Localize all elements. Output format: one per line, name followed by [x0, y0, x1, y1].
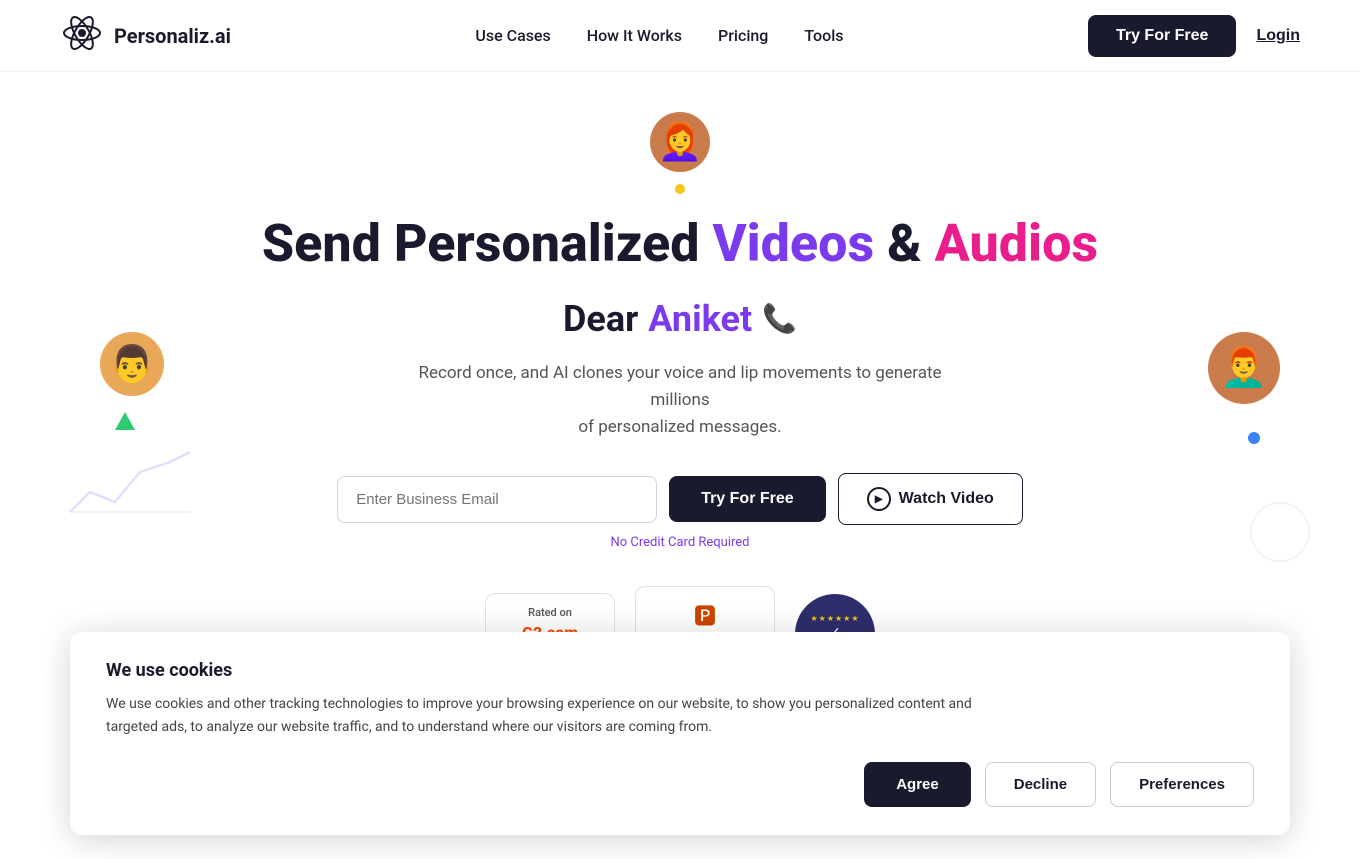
- watch-video-button[interactable]: ▶ Watch Video: [838, 473, 1023, 525]
- yellow-dot: [675, 184, 685, 194]
- hero-title-middle: &: [874, 213, 935, 274]
- nav-tools[interactable]: Tools: [804, 26, 843, 45]
- hero-description: Record once, and AI clones your voice an…: [390, 360, 970, 442]
- hero-dear-label: Dear: [563, 298, 638, 340]
- nav-use-cases[interactable]: Use Cases: [475, 26, 550, 45]
- nav-actions: Try For Free Login: [1088, 15, 1300, 57]
- hero-name: Aniket: [648, 298, 752, 340]
- hero-title: Send Personalized Videos & Audios: [262, 214, 1098, 274]
- hero-phone-icon: 📞: [762, 302, 797, 335]
- nav-pricing[interactable]: Pricing: [718, 26, 768, 45]
- cookie-text: We use cookies and other tracking techno…: [106, 693, 1006, 738]
- nav-links: Use Cases How It Works Pricing Tools: [475, 26, 843, 45]
- hero-personalization-row: Dear Aniket 📞: [563, 298, 797, 340]
- hero-title-audios: Audios: [935, 213, 1098, 274]
- float-avatar-right: 👨‍🦰: [1208, 332, 1280, 404]
- float-chart: [60, 442, 200, 526]
- nav-login-button[interactable]: Login: [1256, 27, 1300, 45]
- navbar: Personaliz.ai Use Cases How It Works Pri…: [0, 0, 1360, 72]
- cookie-decline-button[interactable]: Decline: [985, 762, 1096, 807]
- brand-name: Personaliz.ai: [114, 24, 231, 48]
- email-input[interactable]: [337, 476, 657, 523]
- nav-try-free-button[interactable]: Try For Free: [1088, 15, 1236, 57]
- ph-icon: 🅿: [694, 599, 716, 631]
- float-avatar-left: 👨: [100, 332, 164, 396]
- cookie-agree-button[interactable]: Agree: [864, 762, 971, 807]
- float-triangle-icon: [115, 412, 135, 430]
- gdpr-stars: ★★★★★★: [810, 614, 859, 623]
- cookie-banner: We use cookies We use cookies and other …: [70, 632, 1290, 835]
- try-free-button[interactable]: Try For Free: [669, 476, 825, 522]
- cookie-actions: Agree Decline Preferences: [106, 762, 1254, 807]
- logo-link[interactable]: Personaliz.ai: [60, 11, 231, 60]
- no-credit-card-label: No Credit Card Required: [610, 535, 749, 550]
- hero-avatar-top: 👩‍🦰: [650, 112, 710, 172]
- g2-rated-label: Rated on: [528, 606, 572, 619]
- hero-title-videos: Videos: [712, 213, 874, 274]
- nav-how-it-works[interactable]: How It Works: [587, 26, 682, 45]
- logo-icon: [60, 11, 104, 60]
- play-icon: ▶: [867, 487, 891, 511]
- hero-title-part1: Send Personalized: [262, 213, 713, 274]
- hero-form: Try For Free ▶ Watch Video: [337, 473, 1023, 525]
- cookie-title: We use cookies: [106, 660, 1254, 681]
- cookie-preferences-button[interactable]: Preferences: [1110, 762, 1254, 807]
- float-blue-dot: [1248, 432, 1260, 444]
- float-circle-right: [1250, 502, 1310, 562]
- watch-video-label: Watch Video: [899, 490, 994, 508]
